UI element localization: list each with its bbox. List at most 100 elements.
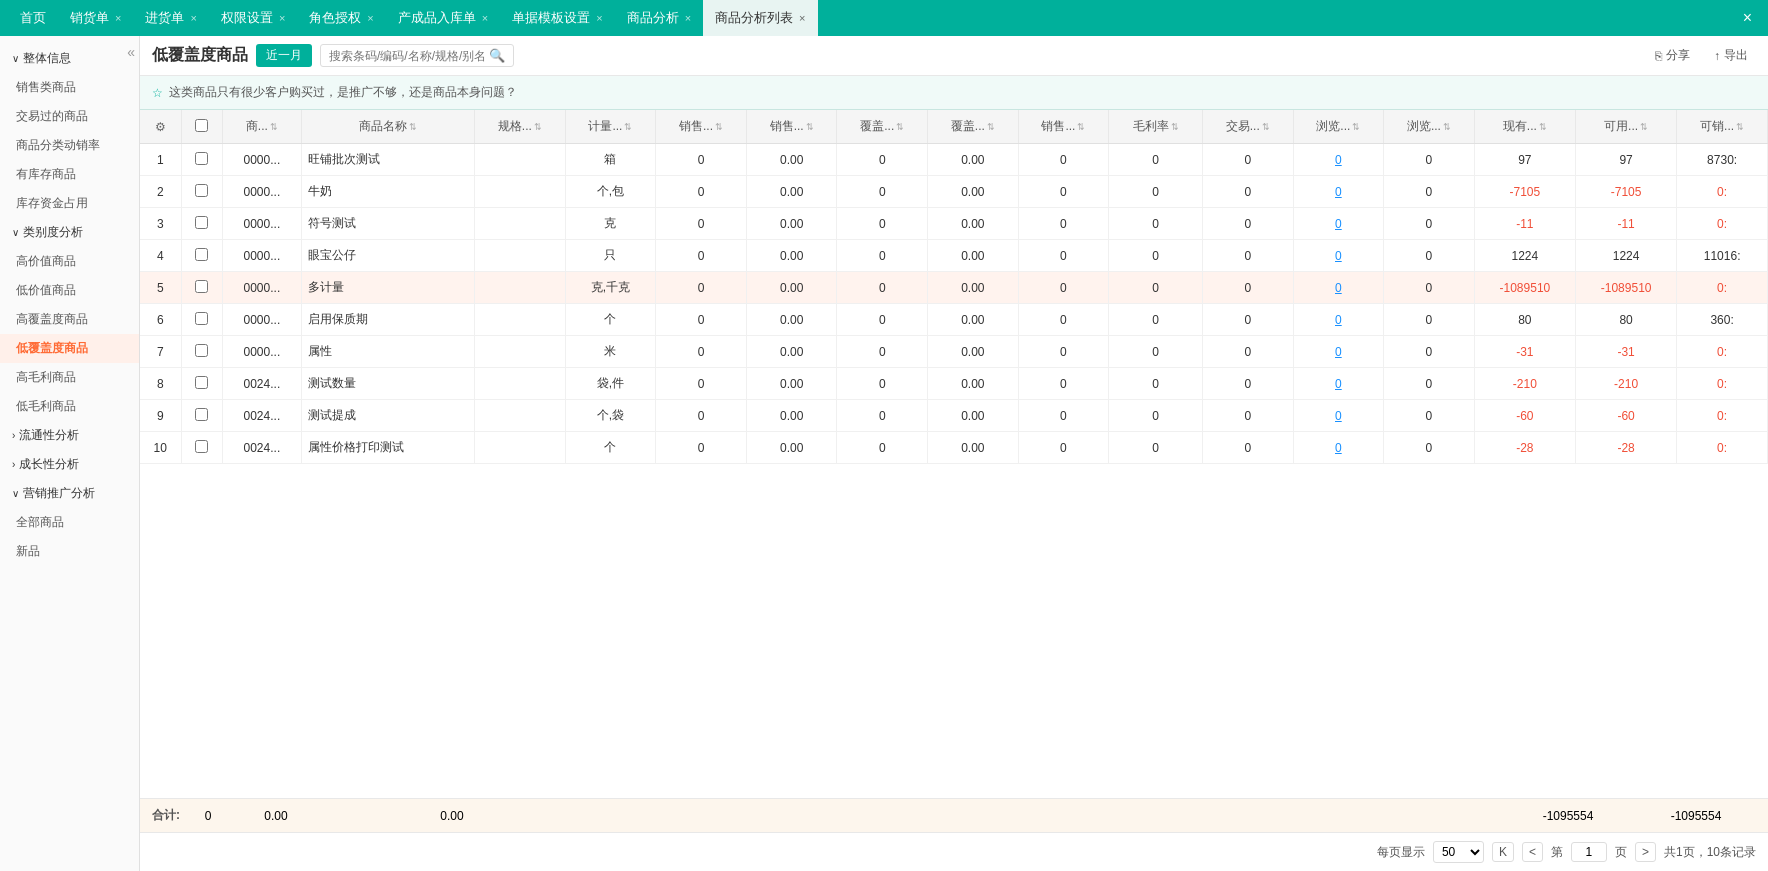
- row-checkbox[interactable]: [195, 344, 208, 357]
- share-button[interactable]: ⎘ 分享: [1647, 44, 1698, 67]
- browse-link[interactable]: 0: [1335, 409, 1342, 423]
- filter-period-button[interactable]: 近一月: [256, 44, 312, 67]
- col-available-stock[interactable]: 可用...⇅: [1576, 110, 1677, 144]
- cell-checkbox[interactable]: [181, 240, 222, 272]
- row-checkbox[interactable]: [195, 152, 208, 165]
- nav-tab-role[interactable]: 角色授权 ×: [297, 0, 385, 36]
- col-spec[interactable]: 规格...⇅: [475, 110, 566, 144]
- cell-browse1[interactable]: 0: [1293, 240, 1384, 272]
- close-icon[interactable]: ×: [367, 12, 373, 24]
- close-icon[interactable]: ×: [482, 12, 488, 24]
- col-settings[interactable]: ⚙: [140, 110, 181, 144]
- cell-checkbox[interactable]: [181, 304, 222, 336]
- cell-checkbox[interactable]: [181, 432, 222, 464]
- row-checkbox[interactable]: [195, 184, 208, 197]
- cell-browse1[interactable]: 0: [1293, 272, 1384, 304]
- row-checkbox[interactable]: [195, 216, 208, 229]
- col-coverage1[interactable]: 覆盖...⇅: [837, 110, 928, 144]
- cell-browse1[interactable]: 0: [1293, 208, 1384, 240]
- search-input[interactable]: [329, 49, 489, 63]
- browse-link[interactable]: 0: [1335, 377, 1342, 391]
- browse-link[interactable]: 0: [1335, 249, 1342, 263]
- col-checkbox[interactable]: [181, 110, 222, 144]
- col-sale-count[interactable]: 销售...⇅: [656, 110, 747, 144]
- nav-tab-home[interactable]: 首页: [8, 0, 58, 36]
- row-checkbox[interactable]: [195, 440, 208, 453]
- browse-link[interactable]: 0: [1335, 345, 1342, 359]
- cell-checkbox[interactable]: [181, 144, 222, 176]
- cell-checkbox[interactable]: [181, 368, 222, 400]
- nav-tab-permissions[interactable]: 权限设置 ×: [209, 0, 297, 36]
- first-page-button[interactable]: K: [1492, 842, 1514, 862]
- col-trade[interactable]: 交易...⇅: [1202, 110, 1293, 144]
- browse-link[interactable]: 0: [1335, 153, 1342, 167]
- close-icon[interactable]: ×: [190, 12, 196, 24]
- browse-link[interactable]: 0: [1335, 313, 1342, 327]
- cell-browse1[interactable]: 0: [1293, 336, 1384, 368]
- col-unit[interactable]: 计量...⇅: [565, 110, 656, 144]
- col-name[interactable]: 商品名称⇅: [301, 110, 474, 144]
- sidebar-item-sales-goods[interactable]: 销售类商品: [0, 73, 139, 102]
- browse-link[interactable]: 0: [1335, 441, 1342, 455]
- next-page-button[interactable]: >: [1635, 842, 1656, 862]
- nav-tab-analysis[interactable]: 商品分析 ×: [615, 0, 703, 36]
- col-browse1[interactable]: 浏览...⇅: [1293, 110, 1384, 144]
- cell-browse1[interactable]: 0: [1293, 176, 1384, 208]
- sidebar-item-low-margin[interactable]: 低毛利商品: [0, 392, 139, 421]
- nav-tab-sales[interactable]: 销货单 ×: [58, 0, 133, 36]
- export-button[interactable]: ↑ 导出: [1706, 44, 1756, 67]
- page-input[interactable]: [1571, 842, 1607, 862]
- col-saleable[interactable]: 可销...⇅: [1677, 110, 1768, 144]
- select-all-checkbox[interactable]: [195, 119, 208, 132]
- close-icon[interactable]: ×: [596, 12, 602, 24]
- page-size-select[interactable]: 50 100 200: [1433, 841, 1484, 863]
- row-checkbox[interactable]: [195, 408, 208, 421]
- col-current-stock[interactable]: 现有...⇅: [1474, 110, 1575, 144]
- col-browse2[interactable]: 浏览...⇅: [1384, 110, 1475, 144]
- sidebar-section-growth[interactable]: › 成长性分析: [0, 450, 139, 479]
- row-checkbox[interactable]: [195, 312, 208, 325]
- sidebar-item-high-value[interactable]: 高价值商品: [0, 247, 139, 276]
- sidebar-item-category-rate[interactable]: 商品分类动销率: [0, 131, 139, 160]
- sidebar-section-liquidity[interactable]: › 流通性分析: [0, 421, 139, 450]
- col-code[interactable]: 商...⇅: [222, 110, 301, 144]
- close-all-button[interactable]: ×: [1735, 9, 1760, 27]
- cell-browse1[interactable]: 0: [1293, 432, 1384, 464]
- cell-checkbox[interactable]: [181, 208, 222, 240]
- browse-link[interactable]: 0: [1335, 281, 1342, 295]
- row-checkbox[interactable]: [195, 376, 208, 389]
- nav-tab-analysis-list[interactable]: 商品分析列表 ×: [703, 0, 817, 36]
- sidebar-item-all-goods[interactable]: 全部商品: [0, 508, 139, 537]
- col-coverage2[interactable]: 覆盖...⇅: [928, 110, 1019, 144]
- sidebar-item-low-coverage[interactable]: 低覆盖度商品: [0, 334, 139, 363]
- sidebar-item-traded-goods[interactable]: 交易过的商品: [0, 102, 139, 131]
- row-checkbox[interactable]: [195, 248, 208, 261]
- sidebar-collapse-button[interactable]: «: [127, 44, 135, 60]
- sidebar-item-stock-funds[interactable]: 库存资金占用: [0, 189, 139, 218]
- sidebar-item-stock-goods[interactable]: 有库存商品: [0, 160, 139, 189]
- close-icon[interactable]: ×: [279, 12, 285, 24]
- sidebar-item-high-coverage[interactable]: 高覆盖度商品: [0, 305, 139, 334]
- cell-browse1[interactable]: 0: [1293, 368, 1384, 400]
- cell-checkbox[interactable]: [181, 400, 222, 432]
- sidebar-section-marketing[interactable]: ∨ 营销推广分析: [0, 479, 139, 508]
- sidebar-item-low-value[interactable]: 低价值商品: [0, 276, 139, 305]
- search-icon[interactable]: 🔍: [489, 48, 505, 63]
- browse-link[interactable]: 0: [1335, 185, 1342, 199]
- nav-tab-purchase[interactable]: 进货单 ×: [133, 0, 208, 36]
- col-sale-amount[interactable]: 销售...⇅: [746, 110, 837, 144]
- close-icon[interactable]: ×: [799, 12, 805, 24]
- cell-checkbox[interactable]: [181, 176, 222, 208]
- col-gross-rate[interactable]: 毛利率⇅: [1109, 110, 1203, 144]
- nav-tab-product-inbound[interactable]: 产成品入库单 ×: [386, 0, 500, 36]
- cell-browse1[interactable]: 0: [1293, 400, 1384, 432]
- prev-page-button[interactable]: <: [1522, 842, 1543, 862]
- col-sale-qty[interactable]: 销售...⇅: [1018, 110, 1109, 144]
- sidebar-section-category[interactable]: ∨ 类别度分析: [0, 218, 139, 247]
- row-checkbox[interactable]: [195, 280, 208, 293]
- browse-link[interactable]: 0: [1335, 217, 1342, 231]
- cell-checkbox[interactable]: [181, 272, 222, 304]
- sidebar-item-new-goods[interactable]: 新品: [0, 537, 139, 566]
- sidebar-item-high-margin[interactable]: 高毛利商品: [0, 363, 139, 392]
- close-icon[interactable]: ×: [685, 12, 691, 24]
